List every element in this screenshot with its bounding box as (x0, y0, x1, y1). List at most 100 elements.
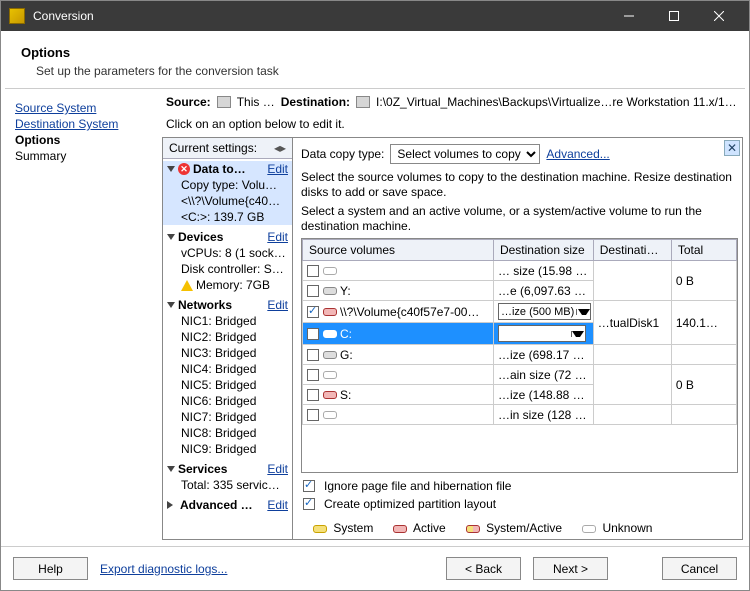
settings-item-label: vCPUs: 8 (1 sock… (181, 245, 286, 261)
settings-item[interactable]: vCPUs: 8 (1 sock… (163, 245, 292, 261)
page-subtitle: Set up the parameters for the conversion… (36, 64, 729, 78)
settings-group-header[interactable]: DevicesEdit (163, 229, 292, 245)
chevron-down-icon[interactable] (167, 234, 175, 240)
wizard-footer: Help Export diagnostic logs... < Back Ne… (1, 546, 749, 590)
volume-checkbox[interactable] (307, 369, 319, 381)
edit-link[interactable]: Edit (267, 462, 288, 476)
chevron-down-icon[interactable] (167, 466, 175, 472)
nav-arrows-icon[interactable]: ◂▸ (274, 141, 286, 155)
settings-group-header[interactable]: NetworksEdit (163, 297, 292, 313)
settings-item[interactable]: NIC5: Bridged (163, 377, 292, 393)
copy-type-label: Data copy type: (301, 147, 384, 161)
col-destination-size[interactable]: Destination size (493, 240, 593, 261)
edit-link[interactable]: Edit (267, 298, 288, 312)
volume-checkbox[interactable] (307, 265, 319, 277)
volume-checkbox[interactable] (307, 328, 319, 340)
opt-optimized-layout[interactable]: Create optimized partition layout (303, 497, 736, 511)
copy-type-select[interactable]: Select volumes to copy (390, 144, 540, 164)
settings-list[interactable]: ✕Data to…EditCopy type: Volu…<\\?\Volume… (163, 159, 292, 539)
volume-checkbox[interactable] (307, 409, 319, 421)
settings-item[interactable]: <C:>: 139.7 GB (163, 209, 292, 225)
settings-item[interactable]: NIC3: Bridged (163, 345, 292, 361)
settings-item[interactable]: NIC4: Bridged (163, 361, 292, 377)
settings-item[interactable]: NIC6: Bridged (163, 393, 292, 409)
back-button[interactable]: < Back (446, 557, 521, 580)
settings-item[interactable]: Total: 335 servic… (163, 477, 292, 493)
computer-icon (217, 96, 231, 108)
chevron-down-icon[interactable] (576, 309, 590, 315)
settings-group-header[interactable]: ServicesEdit (163, 461, 292, 477)
legend-system: System (313, 521, 373, 535)
col-total[interactable]: Total (671, 240, 736, 261)
nav-options[interactable]: Options (15, 133, 154, 147)
destination-size-select[interactable]: …ize (500 MB) (498, 303, 591, 320)
destination-size-text: … size (15.98 MB) (493, 261, 593, 281)
nav-source-system[interactable]: Source System (15, 101, 154, 115)
advanced-link[interactable]: Advanced... (546, 147, 609, 161)
nav-destination-system[interactable]: Destination System (15, 117, 154, 131)
volume-row[interactable]: \\?\Volume{c40f57e7-00……ize (500 MB)…tua… (303, 301, 737, 323)
volume-checkbox[interactable] (307, 389, 319, 401)
edit-link[interactable]: Edit (267, 498, 288, 512)
help-button[interactable]: Help (13, 557, 88, 580)
col-destination-layout[interactable]: Destinati… (593, 240, 671, 261)
volume-row[interactable]: … size (15.98 MB)0 B (303, 261, 737, 281)
settings-group-header[interactable]: Advanced …Edit (163, 497, 292, 513)
col-source-volumes[interactable]: Source volumes (303, 240, 494, 261)
opt-ignore-pagefile[interactable]: Ignore page file and hibernation file (303, 479, 736, 493)
source-label: Source: (166, 95, 211, 109)
options-panels: Current settings: ◂▸ ✕Data to…EditCopy t… (162, 137, 743, 540)
checkbox-icon[interactable] (303, 498, 315, 510)
edit-link[interactable]: Edit (267, 162, 288, 176)
destination-size-select[interactable]: … (139.7 GB) (498, 325, 586, 342)
chevron-down-icon[interactable] (167, 166, 175, 172)
disk-icon (323, 330, 337, 338)
close-editor-button[interactable]: ✕ (724, 140, 740, 156)
settings-item[interactable]: <\\?\Volume{c40… (163, 193, 292, 209)
volume-checkbox[interactable] (307, 285, 319, 297)
page-title: Options (21, 45, 729, 60)
destination-layout: …tualDisk1 (593, 301, 671, 345)
settings-item[interactable]: NIC9: Bridged (163, 441, 292, 457)
settings-item[interactable]: Disk controller: S… (163, 261, 292, 277)
chevron-down-icon[interactable] (571, 331, 585, 337)
volume-checkbox[interactable] (307, 349, 319, 361)
edit-link[interactable]: Edit (267, 230, 288, 244)
settings-item[interactable]: Copy type: Volu… (163, 177, 292, 193)
total-size: 140.1… (671, 301, 736, 345)
chevron-right-icon[interactable] (167, 501, 177, 509)
settings-group-header[interactable]: ✕Data to…Edit (163, 161, 292, 177)
settings-item[interactable]: NIC7: Bridged (163, 409, 292, 425)
close-window-button[interactable] (696, 1, 741, 31)
settings-item-label: NIC4: Bridged (181, 361, 256, 377)
next-button[interactable]: Next > (533, 557, 608, 580)
volume-legend: System Active System/Active Unknown (301, 517, 738, 535)
settings-item[interactable]: NIC8: Bridged (163, 425, 292, 441)
settings-item[interactable]: Memory: 7GB (163, 277, 292, 293)
volume-name: S: (340, 388, 351, 402)
settings-item[interactable]: NIC2: Bridged (163, 329, 292, 345)
volume-row[interactable]: …in size (128 MB) (303, 405, 737, 425)
error-icon: ✕ (178, 163, 190, 175)
volume-row[interactable]: …ain size (72 GB)0 B (303, 365, 737, 385)
volume-name: C: (340, 327, 352, 341)
minimize-button[interactable] (606, 1, 651, 31)
destination-layout (593, 365, 671, 405)
nav-summary[interactable]: Summary (15, 149, 154, 163)
chevron-down-icon[interactable] (167, 302, 175, 308)
total-size: 0 B (671, 261, 736, 301)
title-bar: Conversion (1, 1, 749, 31)
settings-item-label: NIC2: Bridged (181, 329, 256, 345)
checkbox-icon[interactable] (303, 480, 315, 492)
export-logs-link[interactable]: Export diagnostic logs... (100, 562, 227, 576)
total-size (671, 405, 736, 425)
volumes-table: Source volumes Destination size Destinat… (302, 239, 737, 425)
volume-row[interactable]: G:…ize (698.17 GB) (303, 345, 737, 365)
warning-icon (181, 280, 193, 291)
settings-item[interactable]: NIC1: Bridged (163, 313, 292, 329)
volume-checkbox[interactable] (307, 306, 319, 318)
cancel-button[interactable]: Cancel (662, 557, 737, 580)
options-checkboxes: Ignore page file and hibernation file Cr… (301, 473, 738, 517)
wizard-nav: Source System Destination System Options… (7, 95, 162, 540)
maximize-button[interactable] (651, 1, 696, 31)
